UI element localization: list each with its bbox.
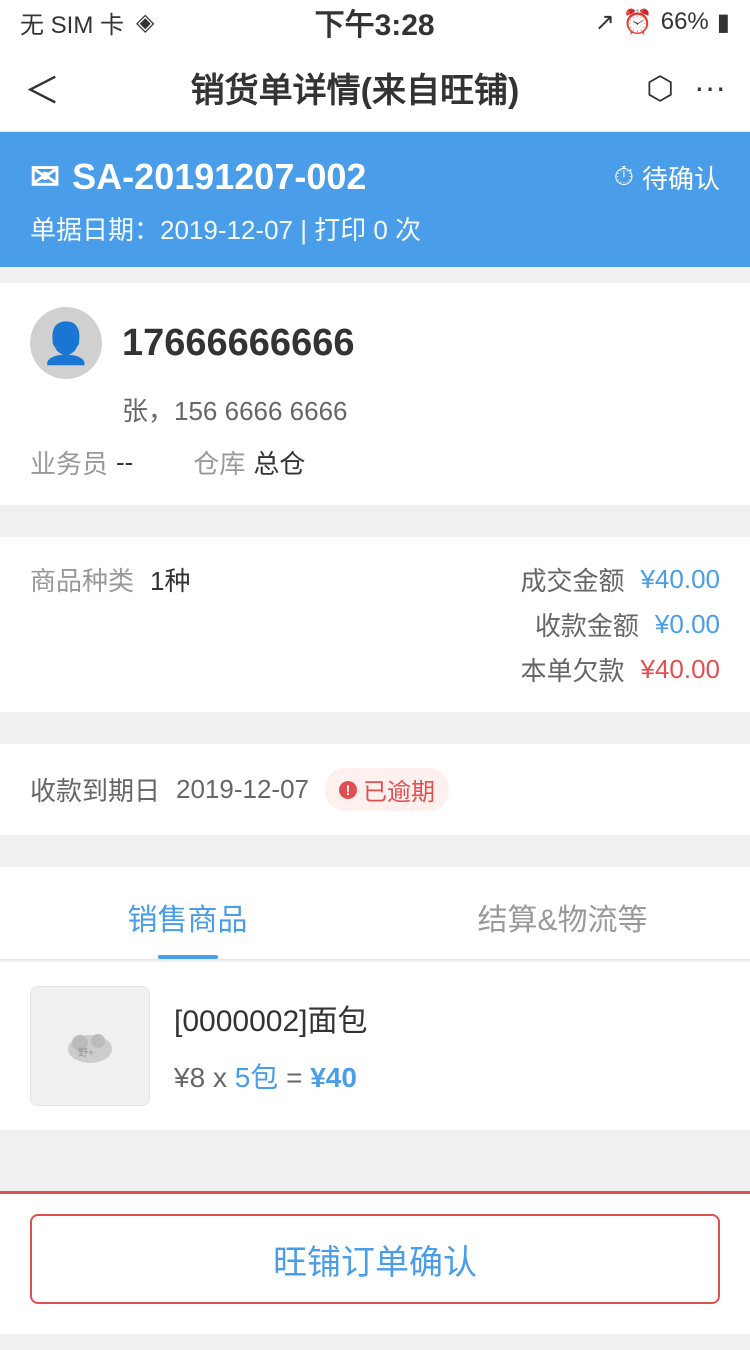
- tab-settlement[interactable]: 结算&物流等: [375, 867, 750, 959]
- product-logo-icon: 野+: [60, 1021, 120, 1071]
- due-date: 2019-12-07: [176, 774, 309, 805]
- divider-4: [0, 851, 750, 867]
- order-id-row: ✉ SA-20191207-002 ⏱ 待确认: [30, 156, 720, 198]
- warehouse-value: 总仓: [253, 444, 305, 481]
- more-icon[interactable]: ···: [694, 69, 726, 106]
- divider-1: [0, 267, 750, 283]
- product-section: 野+ [0000002]面包 ¥8 x 5包 = ¥40: [0, 962, 750, 1130]
- wifi-icon: ◈: [136, 8, 154, 37]
- warehouse-item: 仓库 总仓: [193, 444, 305, 481]
- overdue-text: 已逾期: [363, 772, 435, 807]
- status-text: 待确认: [642, 159, 720, 196]
- order-id-text: SA-20191207-002: [72, 156, 366, 198]
- salesperson-label: 业务员: [30, 444, 108, 481]
- price-qty: 5包: [235, 1062, 279, 1093]
- transaction-label: 成交金额: [520, 561, 624, 598]
- summary-section: 商品种类 1种 成交金额 ¥40.00 收款金额 ¥0.00 本单欠款 ¥40.…: [0, 537, 750, 712]
- order-date: 单据日期：2019-12-07 | 打印 0 次: [30, 210, 720, 247]
- no-sim-text: 无 SIM 卡: [20, 5, 124, 40]
- bottom-bar: 旺铺订单确认: [0, 1191, 750, 1334]
- price-equals: =: [286, 1062, 310, 1093]
- status-bar: 无 SIM 卡 ◈ 下午3:28 ↗ ⏰ 66% ▮: [0, 0, 750, 44]
- alarm-icon: ⏰: [623, 8, 653, 37]
- product-info: [0000002]面包 ¥8 x 5包 = ¥40: [174, 996, 720, 1096]
- summary-left: 商品种类 1种: [30, 561, 520, 598]
- divider-3: [0, 728, 750, 744]
- customer-meta: 业务员 -- 仓库 总仓: [30, 444, 720, 481]
- price-unit: ¥8: [174, 1062, 205, 1093]
- salesperson-value: --: [116, 447, 133, 478]
- nav-actions: ⬡ ···: [626, 69, 726, 107]
- price-multiply: x: [213, 1062, 235, 1093]
- owed-value: ¥40.00: [640, 654, 720, 685]
- back-button[interactable]: ＜: [24, 62, 84, 114]
- due-section: 收款到期日 2019-12-07 ! 已逾期: [0, 744, 750, 835]
- price-total: ¥40: [310, 1062, 357, 1093]
- confirm-order-button[interactable]: 旺铺订单确认: [30, 1214, 720, 1304]
- customer-row: 👤 17666666666: [30, 307, 720, 379]
- product-item: 野+ [0000002]面包 ¥8 x 5包 = ¥40: [0, 962, 750, 1130]
- svg-text:野+: 野+: [78, 1047, 94, 1059]
- battery-icon: ▮: [717, 8, 730, 37]
- order-status: ⏱ 待确认: [614, 159, 720, 196]
- customer-name: 张，156 6666 6666: [122, 391, 720, 428]
- owed-label: 本单欠款: [520, 651, 624, 688]
- order-icon: ✉: [30, 156, 60, 198]
- page-title: 销货单详情(来自旺铺): [84, 63, 626, 112]
- status-time: 下午3:28: [315, 0, 435, 44]
- product-price: ¥8 x 5包 = ¥40: [174, 1056, 720, 1096]
- salesperson-item: 业务员 --: [30, 444, 133, 481]
- avatar: 👤: [30, 307, 102, 379]
- share-icon[interactable]: ⬡: [646, 69, 674, 107]
- order-header: ✉ SA-20191207-002 ⏱ 待确认 单据日期：2019-12-07 …: [0, 132, 750, 267]
- transaction-value: ¥40.00: [640, 564, 720, 595]
- product-thumbnail: 野+: [30, 986, 150, 1106]
- customer-section: 👤 17666666666 张，156 6666 6666 业务员 -- 仓库 …: [0, 283, 750, 505]
- owed-row: 本单欠款 ¥40.00: [520, 651, 720, 688]
- warehouse-label: 仓库: [193, 444, 245, 481]
- location-icon: ↗: [595, 8, 615, 37]
- status-clock-icon: ⏱: [614, 161, 634, 193]
- tab-products[interactable]: 销售商品: [0, 867, 375, 959]
- received-label: 收款金额: [535, 606, 639, 643]
- category-label: 商品种类: [30, 561, 134, 598]
- avatar-icon: 👤: [41, 320, 91, 367]
- order-id: ✉ SA-20191207-002: [30, 156, 366, 198]
- summary-right: 成交金额 ¥40.00 收款金额 ¥0.00 本单欠款 ¥40.00: [520, 561, 720, 688]
- overdue-icon: !: [339, 781, 357, 799]
- status-left: 无 SIM 卡 ◈: [20, 5, 154, 40]
- battery-text: 66%: [661, 8, 709, 36]
- overdue-badge: ! 已逾期: [325, 768, 449, 811]
- nav-bar: ＜ 销货单详情(来自旺铺) ⬡ ···: [0, 44, 750, 132]
- due-label: 收款到期日: [30, 771, 160, 808]
- product-name: [0000002]面包: [174, 996, 720, 1040]
- customer-phone: 17666666666: [122, 322, 354, 365]
- received-row: 收款金额 ¥0.00: [535, 606, 720, 643]
- transaction-row: 成交金额 ¥40.00: [520, 561, 720, 598]
- divider-2: [0, 521, 750, 537]
- tabs-section: 销售商品 结算&物流等: [0, 867, 750, 960]
- category-value: 1种: [150, 561, 190, 598]
- received-value: ¥0.00: [655, 609, 720, 640]
- status-right: ↗ ⏰ 66% ▮: [595, 8, 730, 37]
- tabs-row: 销售商品 结算&物流等: [0, 867, 750, 960]
